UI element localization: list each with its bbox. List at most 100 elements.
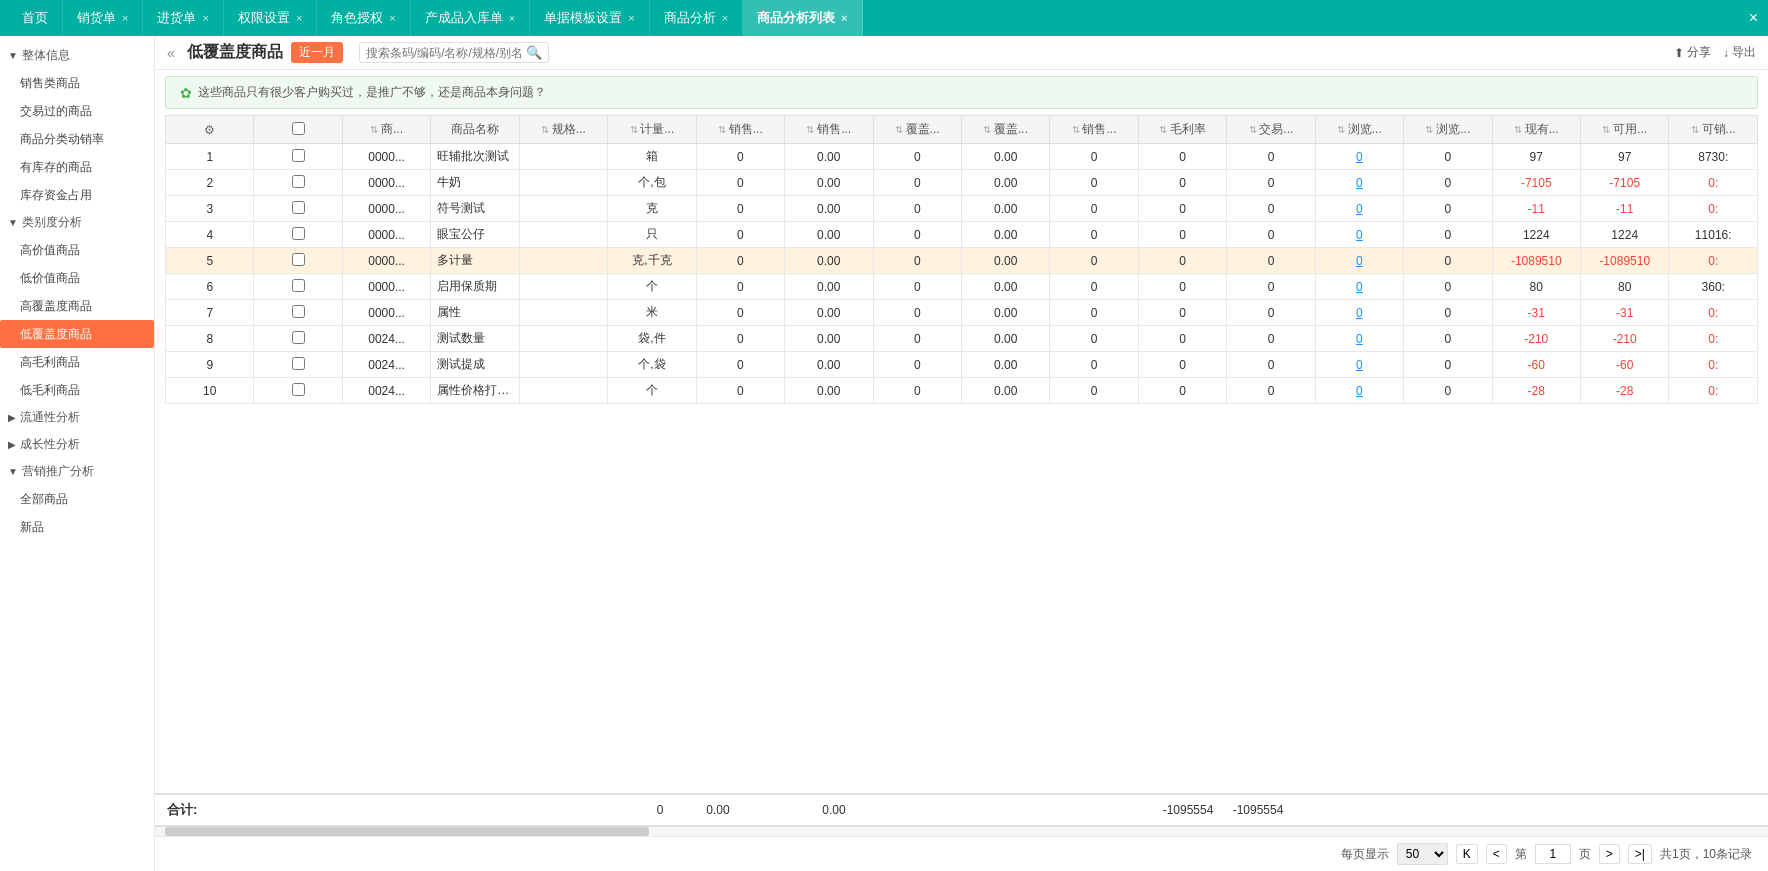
sidebar-item-high-coverage[interactable]: 高覆盖度商品 — [0, 292, 154, 320]
nav-tab-sales[interactable]: 销货单 × — [63, 0, 143, 36]
cell-check[interactable] — [254, 326, 342, 352]
cell-view1[interactable]: 0 — [1315, 274, 1403, 300]
nav-tab-template[interactable]: 单据模板设置 × — [530, 0, 649, 36]
close-all-tabs-button[interactable]: × — [1749, 9, 1758, 27]
col-spec-header[interactable]: 规格... — [519, 116, 607, 144]
select-all-checkbox[interactable] — [292, 122, 305, 135]
sidebar-item-high-margin[interactable]: 高毛利商品 — [0, 348, 154, 376]
cell-check[interactable] — [254, 352, 342, 378]
cell-check[interactable] — [254, 300, 342, 326]
cell-avail: -7105 — [1581, 170, 1669, 196]
sidebar-item-low-margin[interactable]: 低毛利商品 — [0, 376, 154, 404]
sidebar-section-growth[interactable]: ▶ 成长性分析 — [0, 431, 154, 458]
table-container[interactable]: ⚙ 商... 商品名称 规格... 计量... 销售... 销售... 覆盖..… — [155, 115, 1768, 793]
col-unit-header[interactable]: 计量... — [608, 116, 696, 144]
date-filter-button[interactable]: 近一月 — [291, 42, 343, 63]
sidebar-item-all-goods[interactable]: 全部商品 — [0, 485, 154, 513]
close-permissions-icon[interactable]: × — [296, 12, 302, 24]
sidebar-item-stock-capital[interactable]: 库存资金占用 — [0, 181, 154, 209]
nav-tab-home[interactable]: 首页 — [8, 0, 63, 36]
settings-icon[interactable]: ⚙ — [204, 123, 215, 137]
sidebar-item-category-rate[interactable]: 商品分类动销率 — [0, 125, 154, 153]
cell-stock: 1224 — [1492, 222, 1580, 248]
col-sales3-header[interactable]: 销售... — [1050, 116, 1138, 144]
cell-check[interactable] — [254, 144, 342, 170]
cell-view1[interactable]: 0 — [1315, 326, 1403, 352]
sidebar-section-circulation[interactable]: ▶ 流通性分析 — [0, 404, 154, 431]
search-input[interactable] — [366, 46, 526, 60]
cell-view1[interactable]: 0 — [1315, 196, 1403, 222]
cell-check[interactable] — [254, 274, 342, 300]
close-products-icon[interactable]: × — [509, 12, 515, 24]
cell-spec — [519, 352, 607, 378]
nav-tab-products[interactable]: 产成品入库单 × — [411, 0, 530, 36]
last-page-button[interactable]: >| — [1628, 844, 1652, 864]
col-margin-header[interactable]: 毛利率 — [1138, 116, 1226, 144]
close-analysis-icon[interactable]: × — [722, 12, 728, 24]
sidebar-item-in-stock[interactable]: 有库存的商品 — [0, 153, 154, 181]
cell-name: 多计量 — [431, 248, 519, 274]
close-sales-icon[interactable]: × — [122, 12, 128, 24]
nav-tab-analysis-list[interactable]: 商品分析列表 × — [743, 0, 862, 36]
prev-page-button[interactable]: < — [1486, 844, 1507, 864]
export-button[interactable]: ↓ 导出 — [1723, 44, 1756, 61]
col-stock-header[interactable]: 现有... — [1492, 116, 1580, 144]
cell-sellable: 0: — [1669, 352, 1758, 378]
col-name-header[interactable]: 商品名称 — [431, 116, 519, 144]
nav-tab-purchase[interactable]: 进货单 × — [143, 0, 223, 36]
nav-tab-permissions[interactable]: 权限设置 × — [224, 0, 317, 36]
cell-check[interactable] — [254, 248, 342, 274]
cell-index: 10 — [166, 378, 254, 404]
col-view1-header[interactable]: 浏览... — [1315, 116, 1403, 144]
sidebar-section-overall[interactable]: ▼ 整体信息 — [0, 42, 154, 69]
sidebar-item-low-coverage[interactable]: 低覆盖度商品 — [0, 320, 154, 348]
cell-view1[interactable]: 0 — [1315, 222, 1403, 248]
horizontal-scrollbar[interactable] — [155, 826, 1768, 836]
col-coverage2-header[interactable]: 覆盖... — [961, 116, 1049, 144]
col-sales1-header[interactable]: 销售... — [696, 116, 784, 144]
cell-view1[interactable]: 0 — [1315, 248, 1403, 274]
col-sales2-header[interactable]: 销售... — [785, 116, 873, 144]
sidebar-item-traded-goods[interactable]: 交易过的商品 — [0, 97, 154, 125]
col-view2-header[interactable]: 浏览... — [1404, 116, 1492, 144]
cell-unit: 米 — [608, 300, 696, 326]
cell-view2: 0 — [1404, 170, 1492, 196]
collapse-sidebar-button[interactable]: « — [167, 45, 175, 61]
sidebar-item-low-value[interactable]: 低价值商品 — [0, 264, 154, 292]
col-trade-header[interactable]: 交易... — [1227, 116, 1315, 144]
page-number-input[interactable] — [1535, 844, 1571, 864]
per-page-select[interactable]: 50 100 200 — [1397, 843, 1448, 865]
cell-check[interactable] — [254, 222, 342, 248]
close-analysis-list-icon[interactable]: × — [841, 12, 847, 24]
nav-tab-analysis[interactable]: 商品分析 × — [650, 0, 743, 36]
sidebar-item-new-goods[interactable]: 新品 — [0, 513, 154, 541]
col-sellable-header[interactable]: 可销... — [1669, 116, 1758, 144]
cell-spec — [519, 222, 607, 248]
cell-check[interactable] — [254, 378, 342, 404]
sidebar-section-category[interactable]: ▼ 类别度分析 — [0, 209, 154, 236]
close-roles-icon[interactable]: × — [389, 12, 395, 24]
cell-check[interactable] — [254, 170, 342, 196]
col-avail-header[interactable]: 可用... — [1581, 116, 1669, 144]
cell-view1[interactable]: 0 — [1315, 300, 1403, 326]
col-code-header[interactable]: 商... — [342, 116, 430, 144]
share-button[interactable]: ⬆ 分享 — [1674, 44, 1711, 61]
table-row: 20000...牛奶个,包00.0000.0000000-7105-71050: — [166, 170, 1758, 196]
close-template-icon[interactable]: × — [628, 12, 634, 24]
search-icon[interactable]: 🔍 — [526, 45, 542, 60]
cell-view1[interactable]: 0 — [1315, 352, 1403, 378]
cell-c2: 0.00 — [961, 222, 1049, 248]
sidebar-item-sales-goods[interactable]: 销售类商品 — [0, 69, 154, 97]
cell-check[interactable] — [254, 196, 342, 222]
nav-tab-roles[interactable]: 角色授权 × — [317, 0, 410, 36]
col-coverage1-header[interactable]: 覆盖... — [873, 116, 961, 144]
sidebar-section-marketing[interactable]: ▼ 营销推广分析 — [0, 458, 154, 485]
close-purchase-icon[interactable]: × — [202, 12, 208, 24]
cell-view1[interactable]: 0 — [1315, 144, 1403, 170]
cell-view1[interactable]: 0 — [1315, 378, 1403, 404]
cell-view1[interactable]: 0 — [1315, 170, 1403, 196]
first-page-button[interactable]: K — [1456, 844, 1478, 864]
cell-name: 启用保质期 — [431, 274, 519, 300]
next-page-button[interactable]: > — [1599, 844, 1620, 864]
sidebar-item-high-value[interactable]: 高价值商品 — [0, 236, 154, 264]
